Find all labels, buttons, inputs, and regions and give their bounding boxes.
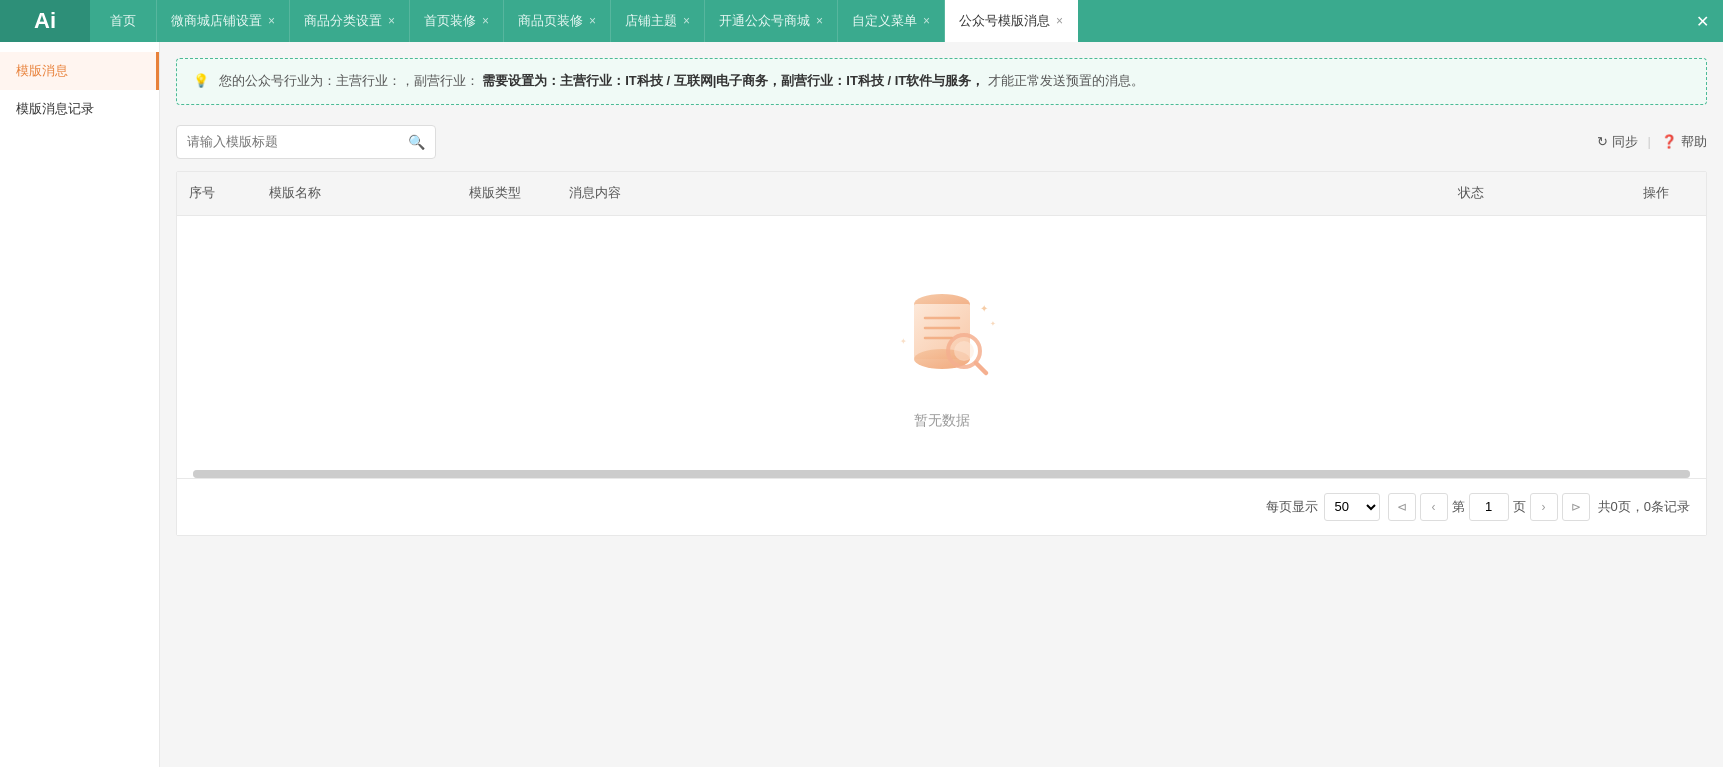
tab-custom-menu[interactable]: 自定义菜单 ×	[838, 0, 945, 42]
sync-label: 同步	[1612, 133, 1638, 151]
content-area: 💡 您的公众号行业为：主营行业：，副营行业： 需要设置为：主营行业：IT科技 /…	[160, 42, 1723, 767]
col-header-name: 模版名称	[257, 184, 457, 202]
empty-text: 暂无数据	[914, 412, 970, 430]
first-page-button[interactable]: ⊲	[1388, 493, 1416, 521]
tab-close-weshop-settings[interactable]: ×	[268, 14, 275, 28]
per-page-label: 每页显示	[1266, 498, 1318, 516]
tab-weshop-settings[interactable]: 微商城店铺设置 ×	[157, 0, 290, 42]
toolbar-right: ↻ 同步 | ❓ 帮助	[1597, 133, 1707, 151]
svg-text:✦: ✦	[980, 303, 988, 314]
empty-illustration: ✦ ✦ ✦	[882, 276, 1002, 396]
svg-text:✦: ✦	[900, 337, 907, 346]
horizontal-scrollbar[interactable]	[193, 470, 1690, 478]
divider: |	[1648, 134, 1651, 149]
per-page-select: 每页显示 102050100	[1266, 493, 1380, 521]
svg-line-8	[976, 363, 986, 373]
sidebar-item-template-msg-log[interactable]: 模版消息记录	[0, 90, 159, 128]
sync-icon: ↻	[1597, 134, 1608, 149]
notice-banner: 💡 您的公众号行业为：主营行业：，副营行业： 需要设置为：主营行业：IT科技 /…	[176, 58, 1707, 105]
tab-category-settings[interactable]: 商品分类设置 ×	[290, 0, 410, 42]
col-header-seq: 序号	[177, 184, 257, 202]
sync-button[interactable]: ↻ 同步	[1597, 133, 1638, 151]
tab-close-shop-theme[interactable]: ×	[683, 14, 690, 28]
table-header: 序号 模版名称 模版类型 消息内容 状态 操作	[177, 172, 1706, 216]
svg-point-7	[954, 341, 974, 361]
tab-close-category-settings[interactable]: ×	[388, 14, 395, 28]
pagination: 每页显示 102050100 ⊲ ‹ 第 页 › ⊳ 共0页，0条记录	[177, 478, 1706, 535]
prev-page-button[interactable]: ‹	[1420, 493, 1448, 521]
help-button[interactable]: ❓ 帮助	[1661, 133, 1707, 151]
tab-bar: 首页微商城店铺设置 ×商品分类设置 ×首页装修 ×商品页装修 ×店铺主题 ×开通…	[90, 0, 1681, 42]
help-label: 帮助	[1681, 133, 1707, 151]
data-table: 序号 模版名称 模版类型 消息内容 状态 操作	[176, 171, 1707, 536]
notice-highlight: 需要设置为：主营行业：IT科技 / 互联网|电子商务，副营行业：IT科技 / I…	[482, 73, 984, 88]
tab-close-open-mall[interactable]: ×	[816, 14, 823, 28]
tab-close-home-decoration[interactable]: ×	[482, 14, 489, 28]
page-prefix: 第	[1452, 498, 1465, 516]
empty-state: ✦ ✦ ✦ 暂无数据	[177, 216, 1706, 470]
search-input-wrap: 🔍	[176, 125, 436, 159]
help-icon: ❓	[1661, 134, 1677, 149]
last-page-button[interactable]: ⊳	[1562, 493, 1590, 521]
sidebar: 模版消息模版消息记录	[0, 42, 160, 767]
col-header-status: 状态	[1446, 184, 1606, 202]
global-close-button[interactable]: ✕	[1681, 0, 1723, 42]
page-nav: ⊲ ‹ 第 页 › ⊳	[1388, 493, 1590, 521]
total-label: 共0页，0条记录	[1598, 498, 1690, 516]
notice-prefix: 您的公众号行业为：主营行业：，副营行业：	[219, 73, 479, 88]
search-input[interactable]	[187, 134, 408, 149]
search-icon[interactable]: 🔍	[408, 134, 425, 150]
tab-close-template-msg[interactable]: ×	[1056, 14, 1063, 28]
top-nav: Ai 首页微商城店铺设置 ×商品分类设置 ×首页装修 ×商品页装修 ×店铺主题 …	[0, 0, 1723, 42]
col-header-action: 操作	[1606, 184, 1706, 202]
tab-close-product-decoration[interactable]: ×	[589, 14, 596, 28]
notice-suffix: 才能正常发送预置的消息。	[988, 73, 1144, 88]
notice-icon: 💡	[193, 73, 209, 88]
col-header-type: 模版类型	[457, 184, 557, 202]
brand-logo: Ai	[0, 0, 90, 42]
next-page-button[interactable]: ›	[1530, 493, 1558, 521]
tab-home[interactable]: 首页	[90, 0, 157, 42]
tab-template-msg[interactable]: 公众号模版消息 ×	[945, 0, 1078, 42]
per-page-dropdown[interactable]: 102050100	[1324, 493, 1380, 521]
tab-home-decoration[interactable]: 首页装修 ×	[410, 0, 504, 42]
tab-close-custom-menu[interactable]: ×	[923, 14, 930, 28]
svg-text:✦: ✦	[990, 320, 996, 327]
tab-product-decoration[interactable]: 商品页装修 ×	[504, 0, 611, 42]
page-suffix: 页	[1513, 498, 1526, 516]
page-number-input[interactable]	[1469, 493, 1509, 521]
tab-open-mall[interactable]: 开通公众号商城 ×	[705, 0, 838, 42]
sidebar-item-template-msg[interactable]: 模版消息	[0, 52, 159, 90]
search-bar: 🔍 ↻ 同步 | ❓ 帮助	[176, 125, 1707, 159]
tab-shop-theme[interactable]: 店铺主题 ×	[611, 0, 705, 42]
col-header-content: 消息内容	[557, 184, 1446, 202]
main-layout: 模版消息模版消息记录 💡 您的公众号行业为：主营行业：，副营行业： 需要设置为：…	[0, 42, 1723, 767]
